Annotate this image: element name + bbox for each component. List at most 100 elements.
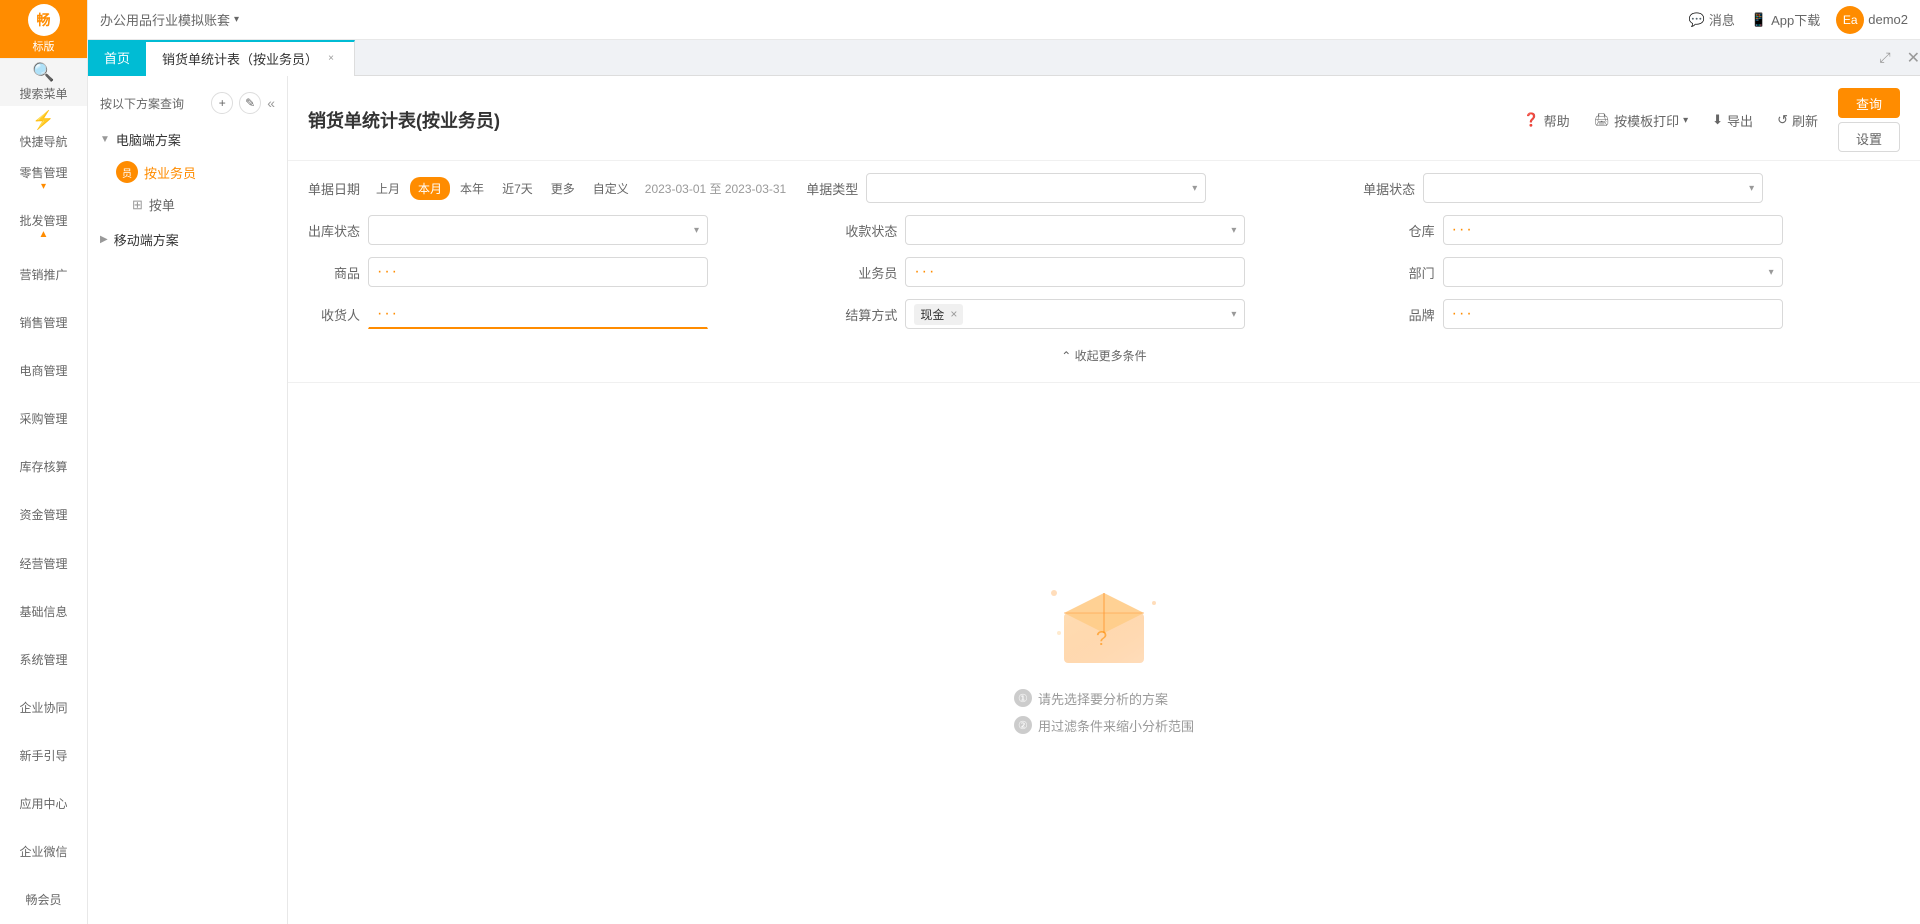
svg-text:?: ? bbox=[1096, 628, 1107, 650]
filter-brand: 品牌 ··· bbox=[1383, 299, 1900, 329]
salesman-label: 业务员 bbox=[845, 263, 897, 282]
tab-home[interactable]: 首页 bbox=[88, 40, 146, 76]
empty-tip-2: ② 用过滤条件来缩小分析范围 bbox=[1014, 716, 1194, 735]
query-btn[interactable]: 查询 bbox=[1838, 88, 1900, 118]
sidebar-item-operations[interactable]: 经营管理 bbox=[0, 539, 88, 587]
tab-active[interactable]: 销货单统计表（按业务员） × bbox=[146, 40, 355, 76]
sidebar-item-ecommerce[interactable]: 电商管理 bbox=[0, 347, 88, 395]
department-arrow: ▾ bbox=[1769, 267, 1774, 278]
out-status-select[interactable]: ▾ bbox=[368, 215, 708, 245]
goods-label: 商品 bbox=[308, 263, 360, 282]
page-actions: ❓ 帮助 🖨 按模板打印 ⬇ 导出 ↺ 刷新 bbox=[1515, 88, 1900, 152]
goods-select[interactable]: ··· bbox=[368, 257, 708, 287]
add-scheme-btn[interactable]: + bbox=[211, 92, 233, 114]
payment-status-select[interactable]: ▾ bbox=[905, 215, 1245, 245]
sidebar-item-appcenter[interactable]: 应用中心 bbox=[0, 780, 88, 828]
sidebar-item-corpwechat[interactable]: 企业微信 bbox=[0, 828, 88, 876]
user-menu[interactable]: Ea demo2 bbox=[1836, 6, 1908, 34]
action-btns: 查询 设置 bbox=[1834, 88, 1900, 152]
maximize-btn[interactable]: ⤢ bbox=[1867, 49, 1902, 66]
sidebar-item-sales[interactable]: 销售管理 bbox=[0, 298, 88, 346]
settlement-tag-remove[interactable]: × bbox=[950, 307, 957, 321]
collapse-panel-btn[interactable]: « bbox=[267, 95, 275, 111]
order-status-arrow: ▾ bbox=[1749, 183, 1754, 194]
sidebar-item-basicinfo[interactable]: 基础信息 bbox=[0, 587, 88, 635]
tree-item-by-salesman[interactable]: 员 按业务员 bbox=[88, 155, 287, 189]
logo-icon: 畅 bbox=[28, 4, 60, 36]
filter-row-4: 收货人 ··· 结算方式 现金 × ▾ bbox=[308, 299, 1900, 329]
sidebar-item-vip[interactable]: 畅会员 bbox=[0, 876, 88, 924]
edit-scheme-btn[interactable]: ✎ bbox=[239, 92, 261, 114]
filter-out-status: 出库状态 ▾ bbox=[308, 215, 825, 245]
settlement-arrow: ▾ bbox=[1231, 309, 1236, 320]
tab-close-btn[interactable]: × bbox=[324, 52, 338, 66]
export-btn[interactable]: ⬇ 导出 bbox=[1704, 107, 1761, 134]
brand-select[interactable]: ··· bbox=[1443, 299, 1783, 329]
tip2-num: ② bbox=[1014, 716, 1032, 734]
tree-sub-item-by-order[interactable]: ⊞ 按单 bbox=[88, 189, 287, 220]
payment-status-label: 收款状态 bbox=[845, 221, 897, 240]
filter-row-3: 商品 ··· 业务员 ··· 部门 bbox=[308, 257, 1900, 287]
help-btn[interactable]: ❓ 帮助 bbox=[1515, 107, 1577, 134]
sidebar-item-sysadmin[interactable]: 系统管理 bbox=[0, 635, 88, 683]
sidebar-item-newguide[interactable]: 新手引导 bbox=[0, 732, 88, 780]
sidebar-item-collab[interactable]: 企业协同 bbox=[0, 683, 88, 731]
sidebar-item-wholesale[interactable]: 批发管理 ▲ bbox=[0, 202, 88, 250]
out-status-label: 出库状态 bbox=[308, 221, 360, 240]
receiver-label: 收货人 bbox=[308, 305, 360, 324]
collapse-bar[interactable]: ⌃ 收起更多条件 bbox=[308, 341, 1900, 370]
topbar-right: 💬 消息 📱 App下载 Ea demo2 bbox=[1689, 6, 1908, 34]
sidebar-item-marketing[interactable]: 营销推广 bbox=[0, 250, 88, 298]
settlement-tag: 现金 × bbox=[914, 304, 963, 325]
date-tab-lastmonth[interactable]: 上月 bbox=[368, 177, 408, 200]
print-btn[interactable]: 🖨 按模板打印 bbox=[1586, 107, 1697, 134]
date-tab-thismonth[interactable]: 本月 bbox=[410, 177, 450, 200]
settlement-select[interactable]: 现金 × ▾ bbox=[905, 299, 1245, 329]
left-panel-actions: + ✎ « bbox=[211, 92, 275, 114]
print-icon: 🖨 bbox=[1594, 112, 1611, 128]
sidebar-item-retail[interactable]: 零售管理 ▾ bbox=[0, 154, 88, 202]
tree-group-pc: ▼ 电脑端方案 员 按业务员 ⊞ 按单 bbox=[88, 124, 287, 220]
sidebar-item-finance[interactable]: 资金管理 bbox=[0, 491, 88, 539]
date-control: 上月 本月 本年 近7天 更多 自定义 2023-03-01 至 2023-03… bbox=[368, 177, 786, 200]
receiver-input[interactable]: ··· bbox=[368, 299, 708, 329]
tree-group-mobile-header[interactable]: ▶ 移动端方案 bbox=[88, 224, 287, 255]
tree-group-pc-header[interactable]: ▼ 电脑端方案 bbox=[88, 124, 287, 155]
filter-row-1: 单据日期 上月 本月 本年 近7天 更多 自定义 2023-03-01 至 20… bbox=[308, 173, 1900, 203]
department-select[interactable]: ▾ bbox=[1443, 257, 1783, 287]
date-tab-custom[interactable]: 自定义 bbox=[585, 177, 637, 200]
refresh-icon: ↺ bbox=[1777, 112, 1788, 128]
order-type-select[interactable]: ▾ bbox=[866, 173, 1206, 203]
empty-svg: ? bbox=[1044, 573, 1164, 673]
order-status-label: 单据状态 bbox=[1363, 179, 1415, 198]
order-status-select[interactable]: ▾ bbox=[1423, 173, 1763, 203]
order-type-label: 单据类型 bbox=[806, 179, 858, 198]
sidebar-item-inventory[interactable]: 库存核算 bbox=[0, 443, 88, 491]
department-label: 部门 bbox=[1383, 263, 1435, 282]
sidebar-item-search[interactable]: 🔍 搜索菜单 bbox=[0, 58, 88, 106]
filter-payment-status: 收款状态 ▾ bbox=[845, 215, 1362, 245]
filter-warehouse: 仓库 ··· bbox=[1383, 215, 1900, 245]
settings-btn[interactable]: 设置 bbox=[1838, 122, 1900, 152]
date-range: 2023-03-01 至 2023-03-31 bbox=[645, 180, 786, 197]
tip1-num: ① bbox=[1014, 689, 1032, 707]
app-download-btn[interactable]: 📱 App下载 bbox=[1751, 10, 1820, 29]
date-tab-more[interactable]: 更多 bbox=[543, 177, 583, 200]
salesman-select[interactable]: ··· bbox=[905, 257, 1245, 287]
filter-row-2: 出库状态 ▾ 收款状态 ▾ 仓库 bbox=[308, 215, 1900, 245]
filter-settlement: 结算方式 现金 × ▾ bbox=[845, 299, 1362, 329]
message-icon: 💬 bbox=[1689, 12, 1705, 28]
filter-goods: 商品 ··· bbox=[308, 257, 825, 287]
warehouse-select[interactable]: ··· bbox=[1443, 215, 1783, 245]
empty-tip-1: ① 请先选择要分析的方案 bbox=[1014, 689, 1194, 708]
app-selector[interactable]: 办公用品行业模拟账套 ▾ bbox=[100, 10, 239, 29]
sidebar-logo[interactable]: 畅 标版 bbox=[0, 0, 88, 58]
refresh-btn[interactable]: ↺ 刷新 bbox=[1769, 107, 1826, 134]
date-tab-thisyear[interactable]: 本年 bbox=[452, 177, 492, 200]
date-tab-7days[interactable]: 近7天 bbox=[494, 177, 541, 200]
sidebar-item-quicknav[interactable]: ⚡ 快捷导航 bbox=[0, 106, 88, 154]
sidebar-item-purchase[interactable]: 采购管理 bbox=[0, 395, 88, 443]
close-window-btn[interactable]: ✕ bbox=[1907, 48, 1920, 68]
payment-status-arrow: ▾ bbox=[1231, 225, 1236, 236]
message-btn[interactable]: 💬 消息 bbox=[1689, 10, 1735, 29]
